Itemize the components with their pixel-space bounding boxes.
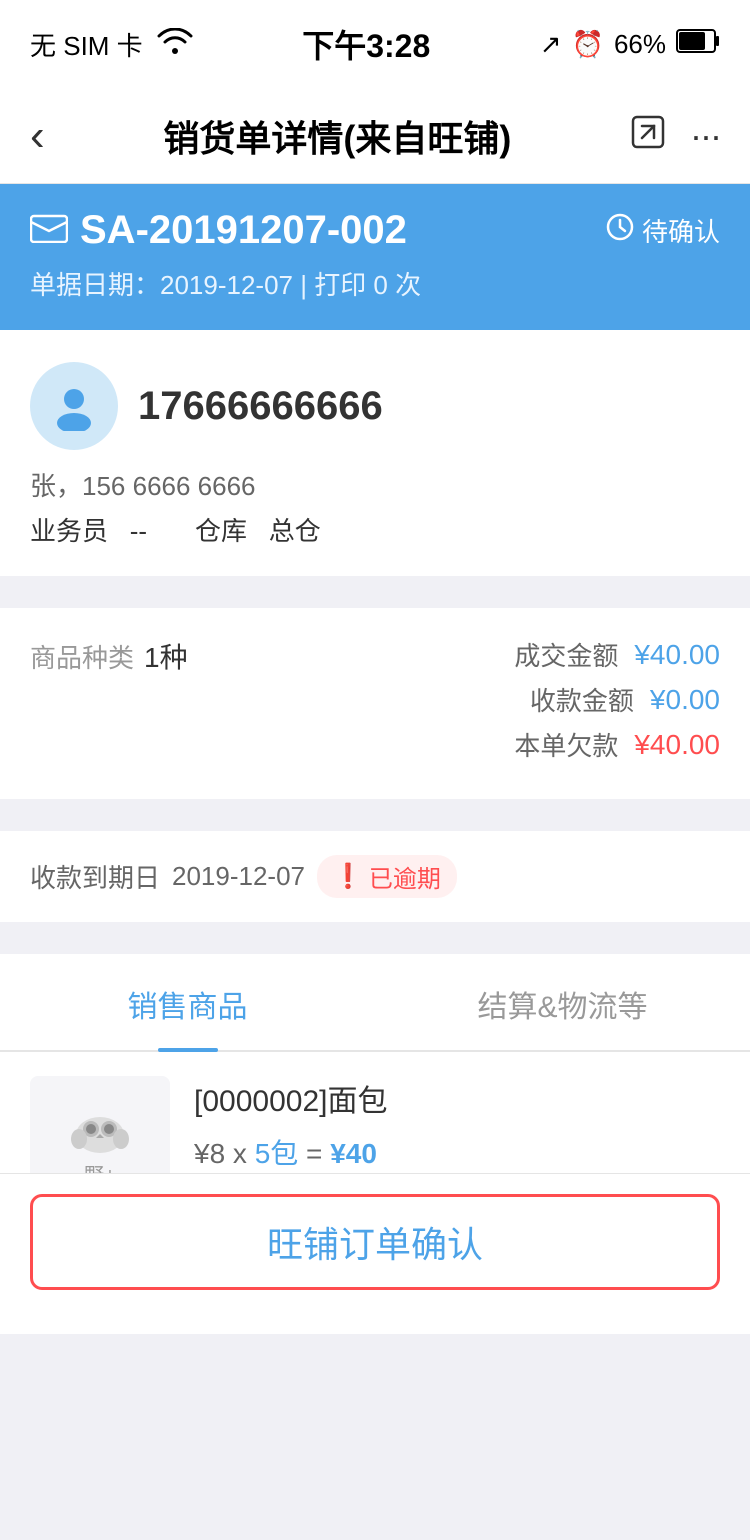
status-bar: 无 SIM 卡 下午3:28 ↗ ⏰ 66% [0,0,750,88]
back-button[interactable]: ‹ [30,111,45,161]
overdue-badge: ❗ 已逾期 [317,855,457,898]
divider-1 [0,592,750,608]
tab-products[interactable]: 销售商品 [0,954,375,1050]
amounts-info: 成交金额 ¥40.00 收款金额 ¥0.00 本单欠款 ¥40.00 [514,636,720,771]
status-left: 无 SIM 卡 [30,26,193,63]
battery-icon [676,29,720,60]
tab-settlement[interactable]: 结算&物流等 [375,954,750,1050]
alarm-icon: ⏰ [572,29,604,60]
location-icon: ↗ [540,29,562,60]
status-right: ↗ ⏰ 66% [540,29,720,60]
due-date-label: 收款到期日 [30,858,160,895]
product-type-info: 商品种类 1种 [30,636,188,684]
due-date-value: 2019-12-07 [172,861,305,892]
nav-bar: ‹ 销货单详情(来自旺铺) ··· [0,88,750,184]
customer-meta-row: 业务员 -- 仓库 总仓 [30,511,720,548]
overdue-icon: ❗ [333,862,363,891]
header-card: SA-20191207-002 待确认 单据日期：2019-12-07 | 打印… [0,184,750,330]
overdue-text: 已逾期 [369,859,441,894]
battery-text: 66% [614,29,666,60]
nav-left: ‹ [30,111,45,161]
due-date-section: 收款到期日 2019-12-07 ❗ 已逾期 [0,831,750,922]
tabs-section: 销售商品 结算&物流等 [0,954,750,1052]
salesperson-label: 业务员 -- [30,511,147,548]
product-info: [0000002]面包 ¥8 x 5包 = ¥40 [194,1076,720,1172]
warehouse-label: 仓库 总仓 [195,511,321,548]
order-meta: 单据日期：2019-12-07 | 打印 0 次 [30,265,720,302]
status-time: 下午3:28 [302,21,430,67]
product-name: [0000002]面包 [194,1076,720,1120]
export-icon[interactable] [630,114,666,158]
order-id: SA-20191207-002 [30,208,407,253]
customer-section: 17666666666 张，156 6666 6666 业务员 -- 仓库 总仓 [0,330,750,576]
page-title: 销货单详情(来自旺铺) [163,110,511,162]
customer-phone: 17666666666 [138,384,383,429]
more-icon[interactable]: ··· [690,115,720,157]
bottom-button-area: 旺铺订单确认 [0,1173,750,1334]
order-id-icon [30,208,68,253]
wifi-icon [157,28,193,61]
order-info-section: 商品种类 1种 成交金额 ¥40.00 收款金额 ¥0.00 本单欠款 ¥40.… [0,608,750,799]
status-badge: 待确认 [606,212,720,249]
product-price: ¥8 x 5包 = ¥40 [194,1132,720,1172]
confirm-order-button[interactable]: 旺铺订单确认 [30,1194,720,1290]
customer-name-detail: 张，156 6666 6666 [30,466,720,503]
carrier-text: 无 SIM 卡 [30,26,143,63]
status-clock-icon [606,213,634,248]
divider-3 [0,938,750,954]
divider-2 [0,815,750,831]
nav-right: ··· [630,114,720,158]
avatar [30,362,118,450]
